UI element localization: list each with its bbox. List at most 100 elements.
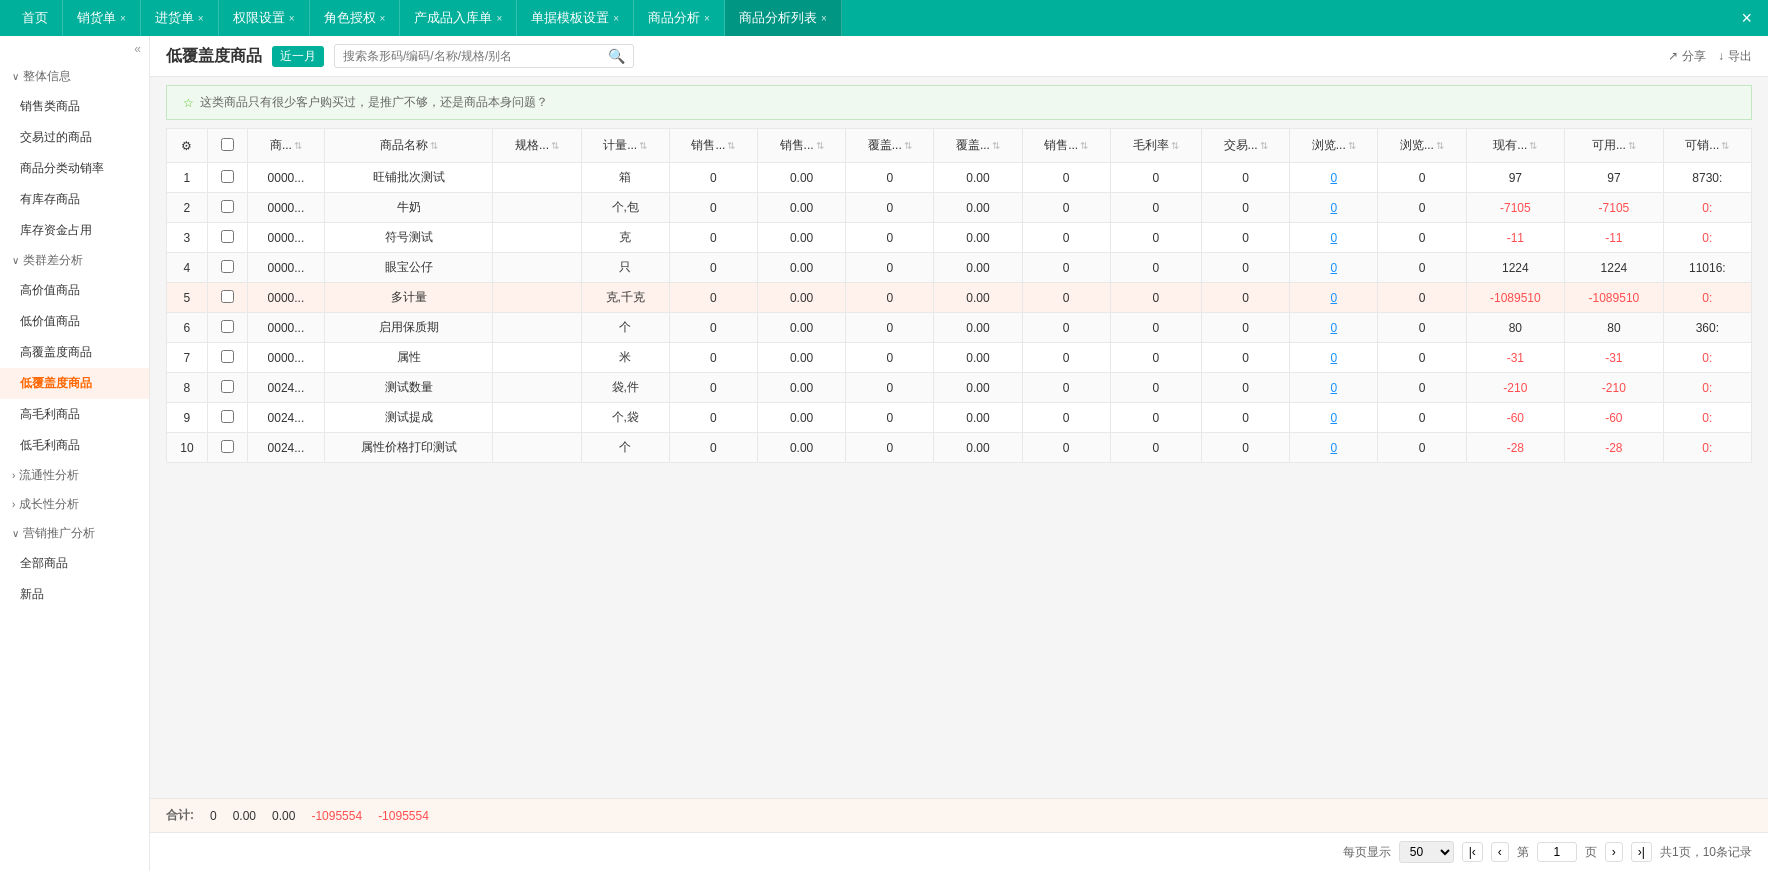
share-button[interactable]: ↗ 分享 [1668, 48, 1706, 65]
date-badge[interactable]: 近一月 [272, 46, 324, 67]
table-cell[interactable]: 0 [1290, 313, 1378, 343]
sidebar-item-all-goods[interactable]: 全部商品 [0, 548, 149, 579]
sidebar-item-traded-goods[interactable]: 交易过的商品 [0, 122, 149, 153]
table-cell[interactable]: 0 [1290, 373, 1378, 403]
nav-tab-home[interactable]: 首页 [8, 0, 63, 36]
sidebar-section-marketing[interactable]: ∨ 营销推广分析 [0, 519, 149, 548]
col-browse2[interactable]: 浏览...⇅ [1378, 129, 1466, 163]
table-cell[interactable]: 0 [1290, 433, 1378, 463]
first-page-button[interactable]: |‹ [1462, 842, 1483, 862]
col-sales-qty[interactable]: 销售...⇅ [669, 129, 757, 163]
sidebar-item-stock-capital[interactable]: 库存资金占用 [0, 215, 149, 246]
col-browse1[interactable]: 浏览...⇅ [1290, 129, 1378, 163]
sidebar-section-circulation[interactable]: › 流通性分析 [0, 461, 149, 490]
table-cell: 0 [669, 223, 757, 253]
table-cell[interactable]: 0 [1290, 343, 1378, 373]
chevron-right-icon: › [12, 499, 15, 510]
sidebar-section-overall[interactable]: ∨ 整体信息 [0, 62, 149, 91]
col-name[interactable]: 商品名称⇅ [324, 129, 493, 163]
sidebar-item-low-coverage[interactable]: 低覆盖度商品 [0, 368, 149, 399]
col-unit[interactable]: 计量...⇅ [581, 129, 669, 163]
col-code[interactable]: 商...⇅ [247, 129, 324, 163]
table-cell[interactable]: 0 [1290, 403, 1378, 433]
sidebar-section-growth[interactable]: › 成长性分析 [0, 490, 149, 519]
close-icon[interactable]: × [120, 13, 126, 24]
col-cover2[interactable]: 覆盖...⇅ [934, 129, 1022, 163]
search-input[interactable] [343, 49, 608, 63]
select-all-checkbox[interactable] [221, 138, 234, 151]
sidebar-item-category-rate[interactable]: 商品分类动销率 [0, 153, 149, 184]
close-icon[interactable]: × [613, 13, 619, 24]
table-cell[interactable] [207, 193, 247, 223]
nav-tab-template[interactable]: 单据模板设置 × [517, 0, 634, 36]
table-cell: 0 [669, 433, 757, 463]
sidebar-item-stocked-goods[interactable]: 有库存商品 [0, 184, 149, 215]
col-cover1[interactable]: 覆盖...⇅ [846, 129, 934, 163]
table-cell: 80 [1565, 313, 1664, 343]
sidebar-item-high-margin[interactable]: 高毛利商品 [0, 399, 149, 430]
col-sales-rate[interactable]: 销售...⇅ [1022, 129, 1110, 163]
col-available[interactable]: 可用...⇅ [1565, 129, 1664, 163]
sidebar-item-high-coverage[interactable]: 高覆盖度商品 [0, 337, 149, 368]
table-cell[interactable] [207, 403, 247, 433]
sidebar-item-low-margin[interactable]: 低毛利商品 [0, 430, 149, 461]
table-row: 60000...启用保质期个00.0000.00000008080360: [167, 313, 1752, 343]
col-spec[interactable]: 规格...⇅ [493, 129, 581, 163]
col-gross[interactable]: 毛利率⇅ [1110, 129, 1201, 163]
nav-tab-roles[interactable]: 角色授权 × [310, 0, 401, 36]
close-icon[interactable]: × [289, 13, 295, 24]
table-cell[interactable]: 0 [1290, 223, 1378, 253]
sidebar-item-sales-goods[interactable]: 销售类商品 [0, 91, 149, 122]
table-cell[interactable]: 0 [1290, 193, 1378, 223]
close-icon[interactable]: × [821, 13, 827, 24]
table-cell[interactable] [207, 283, 247, 313]
last-page-button[interactable]: ›| [1631, 842, 1652, 862]
col-checkbox[interactable] [207, 129, 247, 163]
sidebar-item-high-value[interactable]: 高价值商品 [0, 275, 149, 306]
close-all-button[interactable]: × [1733, 8, 1760, 29]
per-page-select[interactable]: 50 100 200 [1399, 841, 1454, 863]
sidebar-section-group[interactable]: ∨ 类群差分析 [0, 246, 149, 275]
table-cell: 0000... [247, 343, 324, 373]
table-cell: 个,袋 [581, 403, 669, 433]
close-icon[interactable]: × [704, 13, 710, 24]
close-icon[interactable]: × [198, 13, 204, 24]
table-cell[interactable] [207, 223, 247, 253]
table-cell[interactable] [207, 373, 247, 403]
nav-tab-permissions[interactable]: 权限设置 × [219, 0, 310, 36]
export-button[interactable]: ↓ 导出 [1718, 48, 1752, 65]
table-cell[interactable] [207, 163, 247, 193]
table-cell: 9 [167, 403, 208, 433]
col-setting[interactable]: ⚙ [167, 129, 208, 163]
prev-page-button[interactable]: ‹ [1491, 842, 1509, 862]
col-sales-amt[interactable]: 销售...⇅ [758, 129, 846, 163]
table-cell[interactable]: 0 [1290, 283, 1378, 313]
nav-tab-purchase[interactable]: 进货单 × [141, 0, 219, 36]
table-cell[interactable]: 0 [1290, 253, 1378, 283]
table-cell: 1224 [1565, 253, 1664, 283]
table-cell[interactable] [207, 343, 247, 373]
table-cell: -210 [1466, 373, 1565, 403]
sidebar-item-low-value[interactable]: 低价值商品 [0, 306, 149, 337]
nav-tab-analysis[interactable]: 商品分析 × [634, 0, 725, 36]
close-icon[interactable]: × [380, 13, 386, 24]
table-cell[interactable] [207, 433, 247, 463]
sidebar-item-new-goods[interactable]: 新品 [0, 579, 149, 610]
next-page-button[interactable]: › [1605, 842, 1623, 862]
close-icon[interactable]: × [496, 13, 502, 24]
search-icon[interactable]: 🔍 [608, 48, 625, 64]
nav-tab-sales[interactable]: 销货单 × [63, 0, 141, 36]
table-cell: 360: [1663, 313, 1751, 343]
table-row: 50000...多计量克,千克00.0000.0000000-1089510-1… [167, 283, 1752, 313]
table-cell[interactable] [207, 313, 247, 343]
col-sellable[interactable]: 可销...⇅ [1663, 129, 1751, 163]
nav-tab-warehouse[interactable]: 产成品入库单 × [400, 0, 517, 36]
table-cell[interactable] [207, 253, 247, 283]
table-cell: 0 [1202, 253, 1290, 283]
col-trade[interactable]: 交易...⇅ [1202, 129, 1290, 163]
sidebar-collapse-button[interactable]: « [0, 36, 149, 62]
nav-tab-analysis-list[interactable]: 商品分析列表 × [725, 0, 842, 36]
table-cell[interactable]: 0 [1290, 163, 1378, 193]
col-current[interactable]: 现有...⇅ [1466, 129, 1565, 163]
page-input[interactable] [1537, 842, 1577, 862]
